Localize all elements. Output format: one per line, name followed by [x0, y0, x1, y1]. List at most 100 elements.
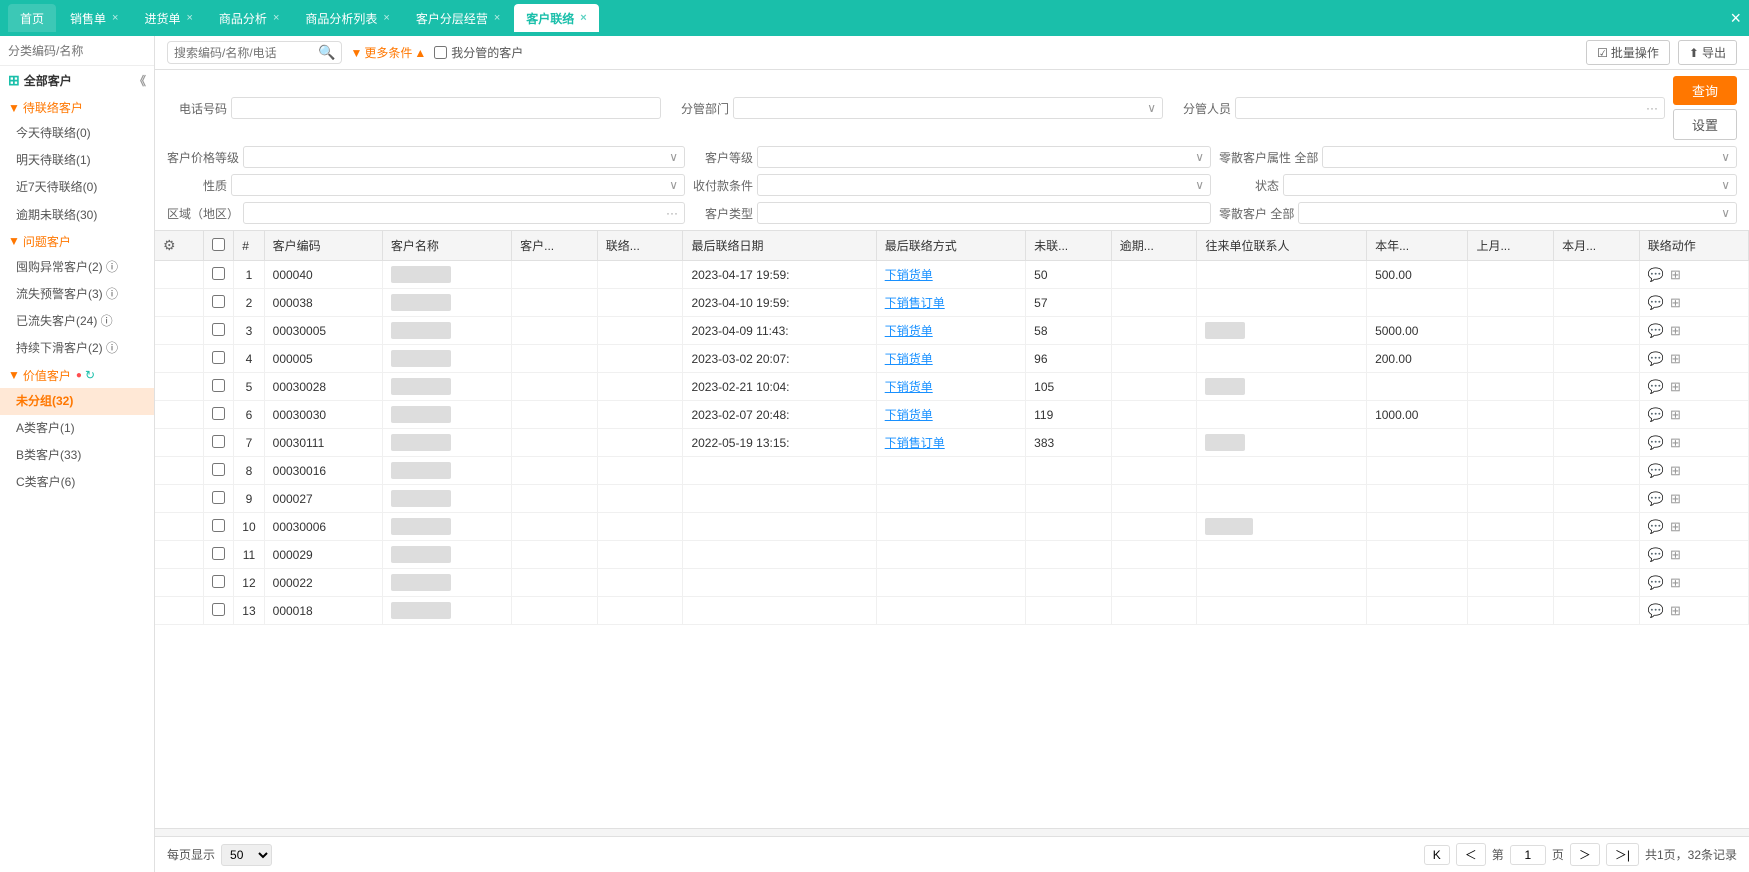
- my-customers-checkbox[interactable]: [434, 46, 447, 59]
- sidebar-item-7days[interactable]: 近7天待联络(0): [0, 174, 154, 201]
- sidebar-item-overdue[interactable]: 逾期未联络(30): [0, 202, 154, 229]
- grid-action-icon[interactable]: ⊞: [1670, 267, 1681, 283]
- grid-action-icon[interactable]: ⊞: [1670, 603, 1681, 619]
- sidebar-item-tomorrow[interactable]: 明天待联络(1): [0, 147, 154, 174]
- grid-action-icon[interactable]: ⊞: [1670, 351, 1681, 367]
- customer-grade-dropdown[interactable]: ∨: [757, 146, 1211, 168]
- settings-gear-icon[interactable]: ⚙: [163, 237, 176, 253]
- tab-product-analysis-close[interactable]: ×: [273, 12, 279, 24]
- last-method-link[interactable]: 下销货单: [885, 380, 933, 394]
- grid-action-icon[interactable]: ⊞: [1670, 491, 1681, 507]
- last-method-link[interactable]: 下销货单: [885, 324, 933, 338]
- batch-ops-button[interactable]: ☑ 批量操作: [1586, 40, 1670, 65]
- sidebar-item-churned[interactable]: 已流失客户(24) ⓘ: [0, 308, 154, 335]
- chat-icon[interactable]: 💬: [1648, 267, 1664, 283]
- status-dropdown[interactable]: ∨: [1283, 174, 1737, 196]
- phone-input[interactable]: [231, 97, 661, 119]
- tab-purchase-close[interactable]: ×: [186, 12, 192, 24]
- chat-icon[interactable]: 💬: [1648, 407, 1664, 423]
- sidebar-search-input[interactable]: [8, 44, 155, 58]
- tab-purchase[interactable]: 进货单 ×: [132, 4, 204, 32]
- last-method-link[interactable]: 下销货单: [885, 408, 933, 422]
- row-checkbox[interactable]: [212, 491, 225, 504]
- grid-action-icon[interactable]: ⊞: [1670, 575, 1681, 591]
- grid-action-icon[interactable]: ⊞: [1670, 407, 1681, 423]
- sidebar-item-ungroup[interactable]: 未分组(32): [0, 388, 154, 415]
- customer-type-input[interactable]: [757, 202, 1211, 224]
- sidebar-collapse-btn[interactable]: 《: [134, 72, 146, 89]
- chat-icon[interactable]: 💬: [1648, 295, 1664, 311]
- sidebar-item-declining[interactable]: 持续下滑客户(2) ⓘ: [0, 335, 154, 362]
- tab-sales[interactable]: 销售单 ×: [58, 4, 130, 32]
- last-page-button[interactable]: ＞|: [1606, 843, 1639, 866]
- next-page-button[interactable]: ＞: [1570, 843, 1600, 866]
- my-customers-check[interactable]: 我分管的客户: [434, 44, 523, 61]
- sidebar-item-churn-warning[interactable]: 流失预警客户(3) ⓘ: [0, 281, 154, 308]
- value-group-title[interactable]: ▼ 价值客户 ● ↻: [0, 363, 154, 388]
- chat-icon[interactable]: 💬: [1648, 575, 1664, 591]
- row-checkbox[interactable]: [212, 603, 225, 616]
- pending-group-title[interactable]: ▼ 待联络客户: [0, 95, 154, 120]
- last-method-link[interactable]: 下销货单: [885, 268, 933, 282]
- row-checkbox[interactable]: [212, 351, 225, 364]
- grid-action-icon[interactable]: ⊞: [1670, 519, 1681, 535]
- grid-action-icon[interactable]: ⊞: [1670, 435, 1681, 451]
- sidebar-item-abnormal[interactable]: 囤购异常客户(2) ⓘ: [0, 254, 154, 281]
- reset-button[interactable]: 设置: [1673, 109, 1737, 140]
- tab-home[interactable]: 首页: [8, 4, 56, 32]
- filter-search-input[interactable]: [174, 46, 314, 60]
- tab-product-analysis[interactable]: 商品分析 ×: [207, 4, 291, 32]
- row-checkbox[interactable]: [212, 407, 225, 420]
- grid-action-icon[interactable]: ⊞: [1670, 379, 1681, 395]
- query-button[interactable]: 查询: [1673, 76, 1737, 105]
- sidebar-item-a-class[interactable]: A类客户(1): [0, 415, 154, 442]
- tab-product-analysis-list-close[interactable]: ×: [383, 12, 389, 24]
- first-page-button[interactable]: K: [1424, 845, 1450, 865]
- row-checkbox[interactable]: [212, 463, 225, 476]
- last-method-link[interactable]: 下销货单: [885, 352, 933, 366]
- filter-search-icon[interactable]: 🔍: [318, 44, 335, 61]
- grid-action-icon[interactable]: ⊞: [1670, 463, 1681, 479]
- tab-customer-contact[interactable]: 客户联络 ×: [514, 4, 598, 32]
- scatter-attr-dropdown[interactable]: ∨: [1322, 146, 1737, 168]
- price-grade-dropdown[interactable]: ∨: [243, 146, 685, 168]
- dept-dropdown[interactable]: ∨: [733, 97, 1163, 119]
- tab-customer-segment[interactable]: 客户分层经营 ×: [404, 4, 512, 32]
- last-method-link[interactable]: 下销售订单: [885, 296, 945, 310]
- person-dropdown[interactable]: ···: [1235, 97, 1665, 119]
- tab-customer-contact-close[interactable]: ×: [580, 12, 586, 24]
- chat-icon[interactable]: 💬: [1648, 323, 1664, 339]
- grid-action-icon[interactable]: ⊞: [1670, 323, 1681, 339]
- more-conditions-button[interactable]: ▼ 更多条件 ▲: [350, 44, 426, 61]
- select-all-checkbox[interactable]: [212, 238, 225, 251]
- row-checkbox[interactable]: [212, 267, 225, 280]
- sidebar-item-c-class[interactable]: C类客户(6): [0, 469, 154, 496]
- tab-sales-close[interactable]: ×: [112, 12, 118, 24]
- chat-icon[interactable]: 💬: [1648, 603, 1664, 619]
- grid-action-icon[interactable]: ⊞: [1670, 547, 1681, 563]
- row-checkbox[interactable]: [212, 575, 225, 588]
- chat-icon[interactable]: 💬: [1648, 351, 1664, 367]
- per-page-select[interactable]: 50 100 200: [221, 844, 272, 866]
- horizontal-scrollbar[interactable]: [155, 828, 1749, 836]
- all-customers-title[interactable]: ⊞ 全部客户 《: [0, 66, 154, 95]
- chat-icon[interactable]: 💬: [1648, 463, 1664, 479]
- page-input[interactable]: [1510, 845, 1546, 865]
- prev-page-button[interactable]: ＜: [1456, 843, 1486, 866]
- row-checkbox[interactable]: [212, 379, 225, 392]
- row-checkbox[interactable]: [212, 435, 225, 448]
- problem-group-title[interactable]: ▼ 问题客户: [0, 229, 154, 254]
- scatter-customer-dropdown[interactable]: ∨: [1298, 202, 1737, 224]
- tab-customer-segment-close[interactable]: ×: [494, 12, 500, 24]
- close-all-button[interactable]: ×: [1730, 8, 1741, 29]
- chat-icon[interactable]: 💬: [1648, 519, 1664, 535]
- row-checkbox[interactable]: [212, 323, 225, 336]
- row-checkbox[interactable]: [212, 547, 225, 560]
- region-dropdown[interactable]: ···: [243, 202, 685, 224]
- sidebar-item-b-class[interactable]: B类客户(33): [0, 442, 154, 469]
- grid-action-icon[interactable]: ⊞: [1670, 295, 1681, 311]
- refresh-icon[interactable]: ↻: [85, 368, 95, 382]
- chat-icon[interactable]: 💬: [1648, 547, 1664, 563]
- row-checkbox[interactable]: [212, 519, 225, 532]
- payment-dropdown[interactable]: ∨: [757, 174, 1211, 196]
